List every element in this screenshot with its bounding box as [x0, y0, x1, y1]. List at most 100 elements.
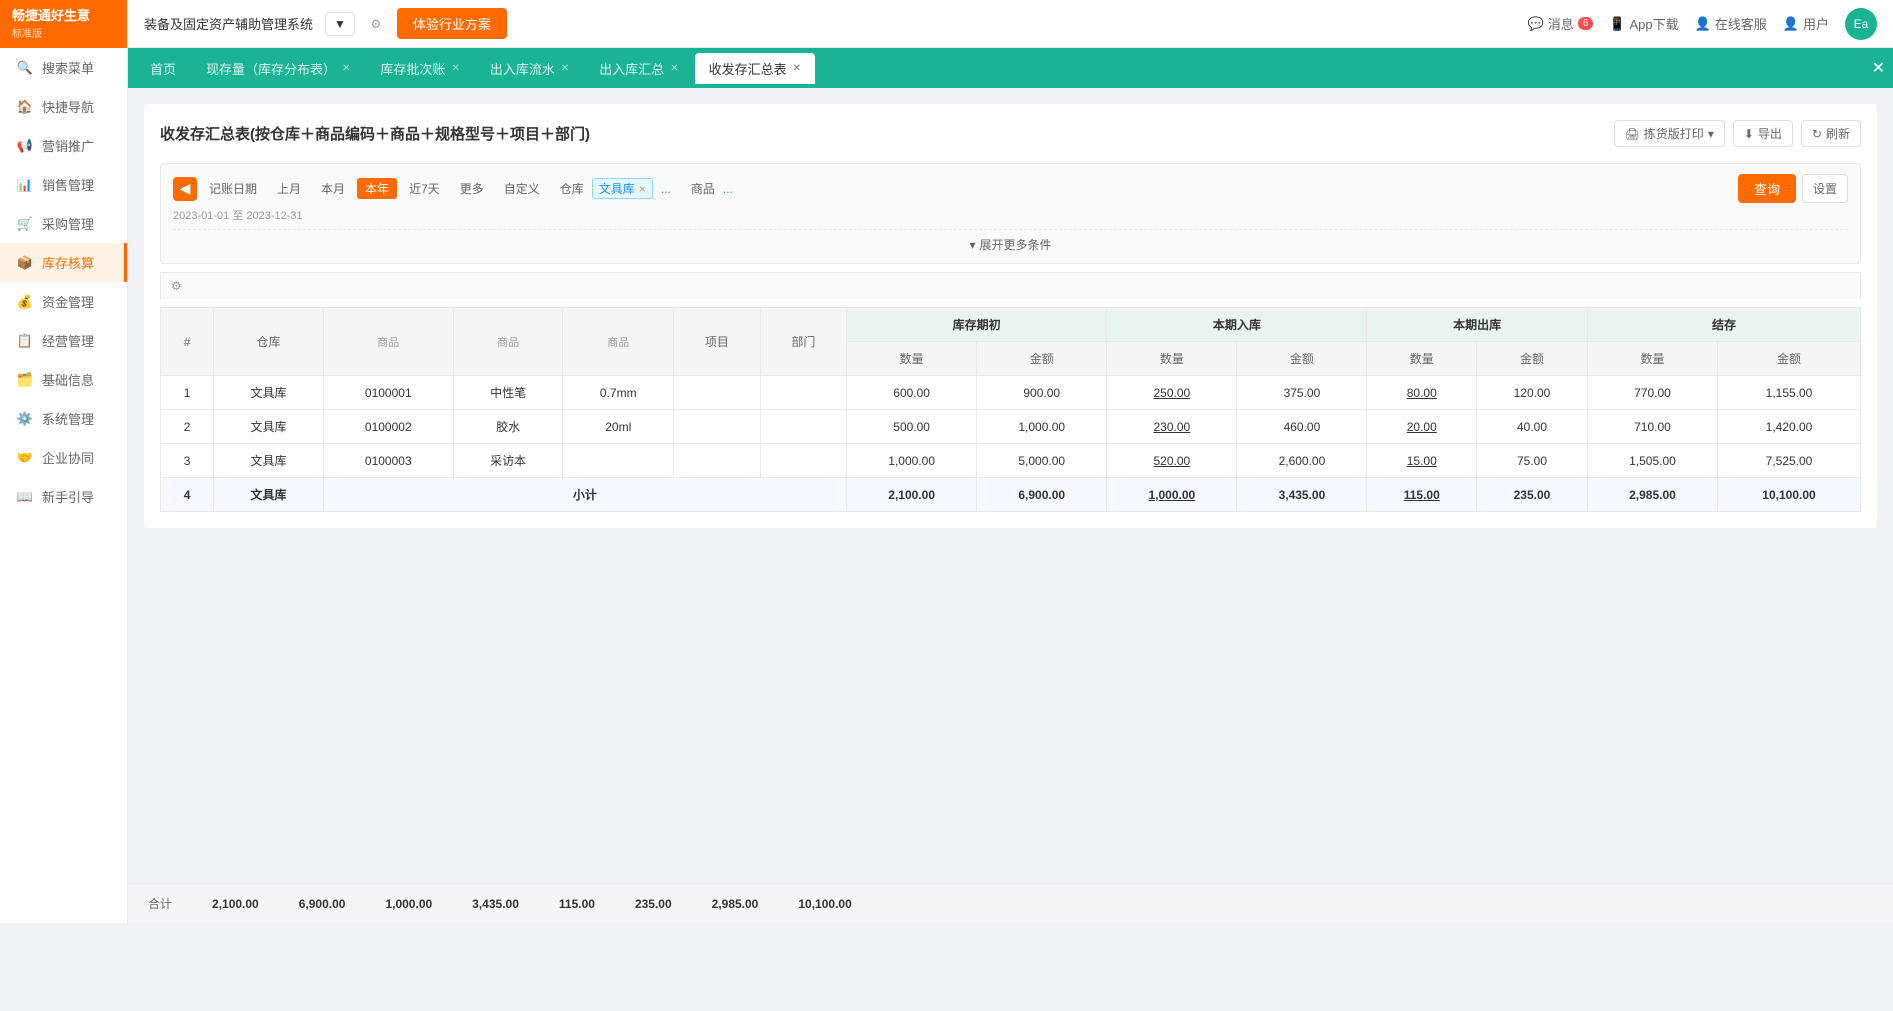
tab-receive-summary[interactable]: 收发存汇总表 ✕: [695, 53, 815, 84]
col-in-amount: 金额: [1237, 342, 1367, 376]
col-out-qty: 数量: [1367, 342, 1477, 376]
cell-opening-qty: 600.00: [847, 376, 977, 410]
sidebar-item-system[interactable]: ⚙️ 系统管理: [0, 399, 127, 438]
date-btn-7days[interactable]: 近7天: [401, 178, 448, 199]
print-button[interactable]: 🖨 拣货版打印 ▾: [1614, 120, 1725, 147]
filter-toggle-button[interactable]: ◀: [173, 177, 197, 201]
sidebar-item-search[interactable]: 🔍 搜索菜单: [0, 48, 127, 87]
date-btn-custom[interactable]: 自定义: [496, 178, 548, 199]
col-in-qty: 数量: [1107, 342, 1237, 376]
tab-batch[interactable]: 库存批次账 ✕: [366, 53, 473, 84]
sidebar-item-quicknav[interactable]: 🏠 快捷导航: [0, 87, 127, 126]
cell-out-amount: 120.00: [1477, 376, 1588, 410]
subtotal-in-amount: 3,435.00: [1237, 478, 1367, 512]
cell-department: [760, 410, 846, 444]
operations-icon: 📋: [16, 332, 34, 350]
export-button[interactable]: ⬇ 导出: [1733, 120, 1793, 147]
warehouse-tag-close[interactable]: ×: [639, 182, 646, 196]
search-button[interactable]: 查询: [1738, 174, 1796, 203]
message-button[interactable]: 💬 消息 6: [1528, 14, 1594, 33]
data-table: # 仓库 商品 商品 商品 项目 部门 库存期初 本期入库 本期出库 结存 数量: [160, 307, 1861, 512]
cell-in-qty[interactable]: 520.00: [1107, 444, 1237, 478]
tab-batch-label: 库存批次账: [380, 59, 445, 78]
sidebar-item-marketing[interactable]: 📢 营销推广: [0, 126, 127, 165]
tab-summary[interactable]: 出入库汇总 ✕: [585, 53, 692, 84]
col-closing-qty: 数量: [1587, 342, 1717, 376]
sidebar-item-guide[interactable]: 📖 新手引导: [0, 477, 127, 516]
date-btn-more[interactable]: 更多: [452, 178, 492, 199]
col-out-amount: 金额: [1477, 342, 1588, 376]
table-row: 1 文具库 0100001 中性笔 0.7mm 600.00 900.00 25…: [161, 376, 1861, 410]
subtotal-out-amount: 235.00: [1477, 478, 1588, 512]
user-avatar[interactable]: Ea: [1845, 8, 1877, 40]
search-icon: 🔍: [16, 59, 34, 77]
guide-icon: 📖: [16, 488, 34, 506]
tab-inventory-dist[interactable]: 现存量（库存分布表） ✕: [192, 53, 364, 84]
enterprise-icon: 🤝: [16, 449, 34, 467]
cell-index: 1: [161, 376, 214, 410]
tab-receive-summary-close[interactable]: ✕: [793, 63, 801, 74]
tab-flow[interactable]: 出入库流水 ✕: [476, 53, 583, 84]
expand-down-icon: ▾: [969, 238, 975, 252]
total-closing-qty: 2,985.00: [712, 897, 759, 911]
tab-flow-close[interactable]: ✕: [561, 63, 569, 74]
sidebar-item-enterprise[interactable]: 🤝 企业协同: [0, 438, 127, 477]
subtotal-out-qty[interactable]: 115.00: [1367, 478, 1477, 512]
print-dropdown-icon: ▾: [1708, 127, 1714, 141]
dropdown-label: ▼: [334, 17, 346, 31]
trial-button[interactable]: 体验行业方案: [397, 8, 507, 39]
tab-batch-close[interactable]: ✕: [451, 63, 459, 74]
system-title: 装备及固定资产辅助管理系统: [144, 14, 313, 33]
subtotal-in-qty[interactable]: 1,000.00: [1107, 478, 1237, 512]
cell-out-qty[interactable]: 20.00: [1367, 410, 1477, 444]
total-label: 合计: [148, 895, 172, 912]
subtotal-index: 4: [161, 478, 214, 512]
cell-closing-qty: 710.00: [1587, 410, 1717, 444]
settings-gear-icon[interactable]: ⚙: [367, 15, 385, 33]
system-dropdown[interactable]: ▼: [325, 12, 355, 36]
sidebar-item-operations[interactable]: 📋 经营管理: [0, 321, 127, 360]
tab-home[interactable]: 首页: [136, 53, 190, 84]
warehouse-more-btn[interactable]: ...: [661, 182, 671, 196]
date-btn-this-year[interactable]: 本年: [357, 178, 397, 199]
col-header-product-code: 商品: [323, 308, 453, 376]
col-header-department: 部门: [760, 308, 846, 376]
col-opening-qty: 数量: [847, 342, 977, 376]
online-service-button[interactable]: 👤 在线客服: [1695, 14, 1767, 33]
total-opening-qty: 2,100.00: [212, 897, 259, 911]
cell-in-qty[interactable]: 250.00: [1107, 376, 1237, 410]
table-settings-icon[interactable]: ⚙: [171, 279, 182, 293]
cell-department: [760, 376, 846, 410]
cell-closing-amount: 1,155.00: [1718, 376, 1861, 410]
sidebar-item-basic[interactable]: 🗂️ 基础信息: [0, 360, 127, 399]
sidebar-item-finance-label: 资金管理: [42, 292, 94, 311]
total-out-amount: 235.00: [635, 897, 672, 911]
expand-conditions-button[interactable]: ▾ 展开更多条件: [969, 236, 1051, 253]
total-opening-amount: 6,900.00: [299, 897, 346, 911]
total-closing-qty-item: 2,985.00: [712, 897, 759, 911]
cell-out-qty[interactable]: 15.00: [1367, 444, 1477, 478]
tab-inventory-dist-close[interactable]: ✕: [342, 63, 350, 74]
user-button[interactable]: 👤 用户: [1783, 14, 1829, 33]
sidebar-item-finance[interactable]: 💰 资金管理: [0, 282, 127, 321]
product-more-btn[interactable]: ...: [723, 182, 733, 196]
total-in-amount-item: 3,435.00: [472, 897, 519, 911]
sidebar-item-inventory[interactable]: 📦 库存核算: [0, 243, 127, 282]
subtotal-closing-qty: 2,985.00: [1587, 478, 1717, 512]
app-download-button[interactable]: 📱 App下载: [1609, 14, 1678, 33]
cell-project: [674, 376, 760, 410]
export-icon: ⬇: [1744, 127, 1754, 141]
filter-setting-button[interactable]: 设置: [1802, 174, 1848, 203]
warehouse-filter-label: 仓库: [560, 180, 584, 197]
date-btn-this-month[interactable]: 本月: [313, 178, 353, 199]
cell-out-qty[interactable]: 80.00: [1367, 376, 1477, 410]
tabbar-close-icon[interactable]: ✕: [1872, 58, 1885, 78]
cell-opening-amount: 1,000.00: [977, 410, 1107, 444]
cell-in-qty[interactable]: 230.00: [1107, 410, 1237, 444]
date-btn-last-month[interactable]: 上月: [269, 178, 309, 199]
sidebar-item-purchase[interactable]: 🛒 采购管理: [0, 204, 127, 243]
refresh-button[interactable]: ↻ 刷新: [1801, 120, 1861, 147]
total-out-qty-item: 115.00: [559, 897, 595, 911]
sidebar-item-sales[interactable]: 📊 销售管理: [0, 165, 127, 204]
tab-summary-close[interactable]: ✕: [670, 63, 678, 74]
